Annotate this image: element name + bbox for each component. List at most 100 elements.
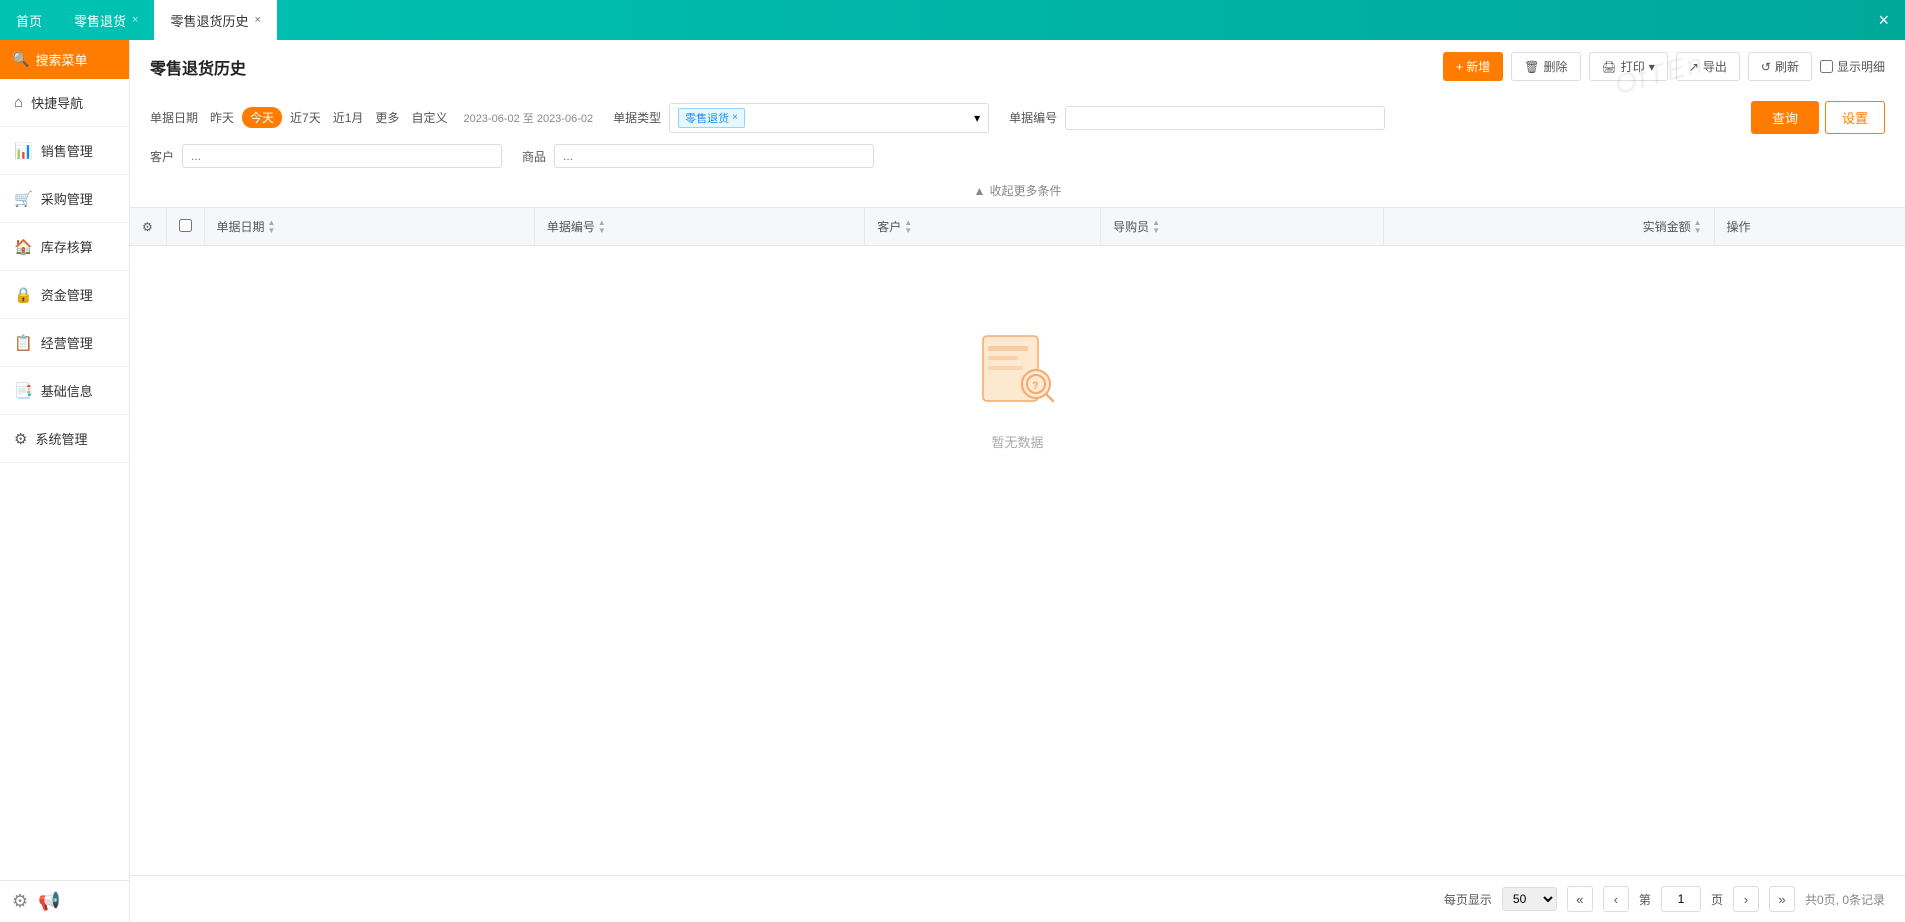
doc-type-select[interactable]: 零售退货 × ▾ xyxy=(669,103,989,133)
sidebar: 🔍 搜索菜单 ⌂ 快捷导航 📊 销售管理 🛒 采购管理 🏠 库存核算 🔒 资金管… xyxy=(0,40,130,922)
settings-button[interactable]: 设置 xyxy=(1825,101,1885,134)
th-actual-amount-label: 实销金额 xyxy=(1643,218,1691,235)
delete-label: 删除 xyxy=(1544,58,1568,75)
home-icon: ⌂ xyxy=(14,94,23,111)
total-info: 共0页, 0条记录 xyxy=(1805,891,1885,908)
sort-arrows-actual-amount: ▲▼ xyxy=(1694,219,1702,235)
settings-gear-icon[interactable]: ⚙ xyxy=(12,891,28,912)
th-doc-date[interactable]: 单据日期 ▲▼ xyxy=(204,208,534,246)
sidebar-item-operations[interactable]: 📋 经营管理 xyxy=(0,319,129,367)
sidebar-item-sales-mgmt[interactable]: 📊 销售管理 xyxy=(0,127,129,175)
sidebar-item-purchase-mgmt[interactable]: 🛒 采购管理 xyxy=(0,175,129,223)
sidebar-item-sales-label: 销售管理 xyxy=(41,141,93,160)
goods-input[interactable] xyxy=(554,144,874,168)
page-label: 第 xyxy=(1639,891,1651,908)
collapse-button[interactable]: ▲ 收起更多条件 xyxy=(974,182,1062,199)
sidebar-item-inventory-label: 库存核算 xyxy=(41,237,93,256)
main-layout: 🔍 搜索菜单 ⌂ 快捷导航 📊 销售管理 🛒 采购管理 🏠 库存核算 🔒 资金管… xyxy=(0,40,1905,922)
sidebar-item-inventory[interactable]: 🏠 库存核算 xyxy=(0,223,129,271)
page-size-select[interactable]: 50 100 200 xyxy=(1502,887,1557,911)
doc-number-label: 单据编号 xyxy=(1009,109,1057,126)
date-opt-yesterday[interactable]: 昨天 xyxy=(206,107,238,128)
sidebar-item-operations-label: 经营管理 xyxy=(41,333,93,352)
doc-number-filter-group: 单据编号 xyxy=(1009,106,1385,130)
finance-icon: 🔒 xyxy=(14,286,33,304)
speaker-icon[interactable]: 📢 xyxy=(38,891,60,912)
new-button[interactable]: + 新增 xyxy=(1443,52,1503,81)
date-opt-7days[interactable]: 近7天 xyxy=(286,107,325,128)
date-opt-today[interactable]: 今天 xyxy=(242,107,282,128)
doc-type-tag-close[interactable]: × xyxy=(732,112,738,123)
tab-retail-return-close[interactable]: × xyxy=(132,14,138,26)
customer-label: 客户 xyxy=(150,148,174,165)
sidebar-item-finance[interactable]: 🔒 资金管理 xyxy=(0,271,129,319)
sidebar-item-base-info[interactable]: 📑 基础信息 xyxy=(0,367,129,415)
pagination-bar: 每页显示 50 100 200 « ‹ 第 页 › » 共0页, 0条记录 xyxy=(130,875,1905,922)
sidebar-item-base-info-label: 基础信息 xyxy=(41,381,93,400)
top-bar: 首页 零售退货 × 零售退货历史 × × xyxy=(0,0,1905,40)
filter-action-buttons: 查询 设置 xyxy=(1751,101,1885,134)
sidebar-item-quick-nav[interactable]: ⌂ 快捷导航 xyxy=(0,79,129,127)
th-actual-amount-sort: 实销金额 ▲▼ xyxy=(1643,218,1702,235)
window-close-button[interactable]: × xyxy=(1862,10,1905,31)
sidebar-bottom: ⚙ 📢 xyxy=(0,880,129,922)
sales-icon: 📊 xyxy=(14,142,33,160)
th-actual-amount[interactable]: 实销金额 ▲▼ xyxy=(1384,208,1714,246)
sidebar-item-purchase-label: 采购管理 xyxy=(41,189,93,208)
tab-retail-return-history-close[interactable]: × xyxy=(254,14,260,26)
th-doc-number[interactable]: 单据编号 ▲▼ xyxy=(534,208,864,246)
date-range-display: 2023-06-02 至 2023-06-02 xyxy=(463,110,593,126)
page-header: 零售退货历史 + 新增 🗑 删除 🖨 打印 ▾ ↗ 导出 xyxy=(130,40,1905,208)
tab-home[interactable]: 首页 xyxy=(0,0,58,40)
delete-icon: 🗑 xyxy=(1524,60,1539,74)
date-filter-group: 单据日期 昨天 今天 近7天 近1月 更多 自定义 2023-06-02 至 2… xyxy=(150,107,593,128)
filter-area: 单据日期 昨天 今天 近7天 近1月 更多 自定义 2023-06-02 至 2… xyxy=(150,91,1885,207)
refresh-button[interactable]: ↺ 刷新 xyxy=(1748,52,1812,81)
inventory-icon: 🏠 xyxy=(14,238,33,256)
tab-retail-return-history[interactable]: 零售退货历史 × xyxy=(154,0,276,40)
sort-arrows-doc-date: ▲▼ xyxy=(268,219,276,235)
sidebar-item-quick-nav-label: 快捷导航 xyxy=(31,93,83,112)
query-button[interactable]: 查询 xyxy=(1751,101,1819,134)
sidebar-item-sys-mgmt[interactable]: ⚙ 系统管理 xyxy=(0,415,129,463)
th-customer-label: 客户 xyxy=(877,218,901,235)
svg-text:?: ? xyxy=(1032,380,1039,392)
show-details-checkbox[interactable] xyxy=(1820,60,1833,73)
page-number-input[interactable] xyxy=(1661,886,1701,912)
sidebar-search[interactable]: 🔍 搜索菜单 xyxy=(0,40,129,79)
doc-number-input[interactable] xyxy=(1065,106,1385,130)
print-button[interactable]: 🖨 打印 ▾ xyxy=(1589,52,1668,81)
operations-icon: 📋 xyxy=(14,334,33,352)
last-page-button[interactable]: » xyxy=(1769,886,1795,912)
column-settings-icon[interactable]: ⚙ xyxy=(142,220,153,234)
print-dropdown-icon: ▾ xyxy=(1649,60,1655,74)
sort-arrows-customer: ▲▼ xyxy=(904,219,912,235)
th-customer[interactable]: 客户 ▲▼ xyxy=(865,208,1101,246)
th-guide-sort: 导购员 ▲▼ xyxy=(1113,218,1160,235)
search-icon: 🔍 xyxy=(12,51,29,68)
date-opt-more[interactable]: 更多 xyxy=(371,107,403,128)
print-icon: 🖨 xyxy=(1602,60,1617,74)
date-opt-custom[interactable]: 自定义 xyxy=(407,107,451,128)
first-page-button[interactable]: « xyxy=(1567,886,1593,912)
prev-page-button[interactable]: ‹ xyxy=(1603,886,1629,912)
delete-button[interactable]: 🗑 删除 xyxy=(1511,52,1580,81)
tab-retail-return[interactable]: 零售退货 × xyxy=(58,0,154,40)
export-icon: ↗ xyxy=(1689,60,1699,74)
th-guide[interactable]: 导购员 ▲▼ xyxy=(1101,208,1384,246)
th-settings[interactable]: ⚙ xyxy=(130,208,166,246)
date-opt-1month[interactable]: 近1月 xyxy=(329,107,368,128)
date-filter-label: 单据日期 xyxy=(150,109,198,126)
customer-input[interactable] xyxy=(182,144,502,168)
table-container: ⚙ 单据日期 ▲▼ 单据编号 xyxy=(130,208,1905,875)
show-details-checkbox-label[interactable]: 显示明细 xyxy=(1820,58,1885,75)
th-customer-sort: 客户 ▲▼ xyxy=(877,218,912,235)
select-all-checkbox[interactable] xyxy=(179,219,192,232)
th-actions: 操作 xyxy=(1714,208,1905,246)
next-page-button[interactable]: › xyxy=(1733,886,1759,912)
empty-text: 暂无数据 xyxy=(991,432,1043,451)
th-checkbox[interactable] xyxy=(166,208,204,246)
th-doc-number-label: 单据编号 xyxy=(547,218,595,235)
export-button[interactable]: ↗ 导出 xyxy=(1676,52,1740,81)
toolbar: + 新增 🗑 删除 🖨 打印 ▾ ↗ 导出 ↺ xyxy=(1443,52,1885,81)
